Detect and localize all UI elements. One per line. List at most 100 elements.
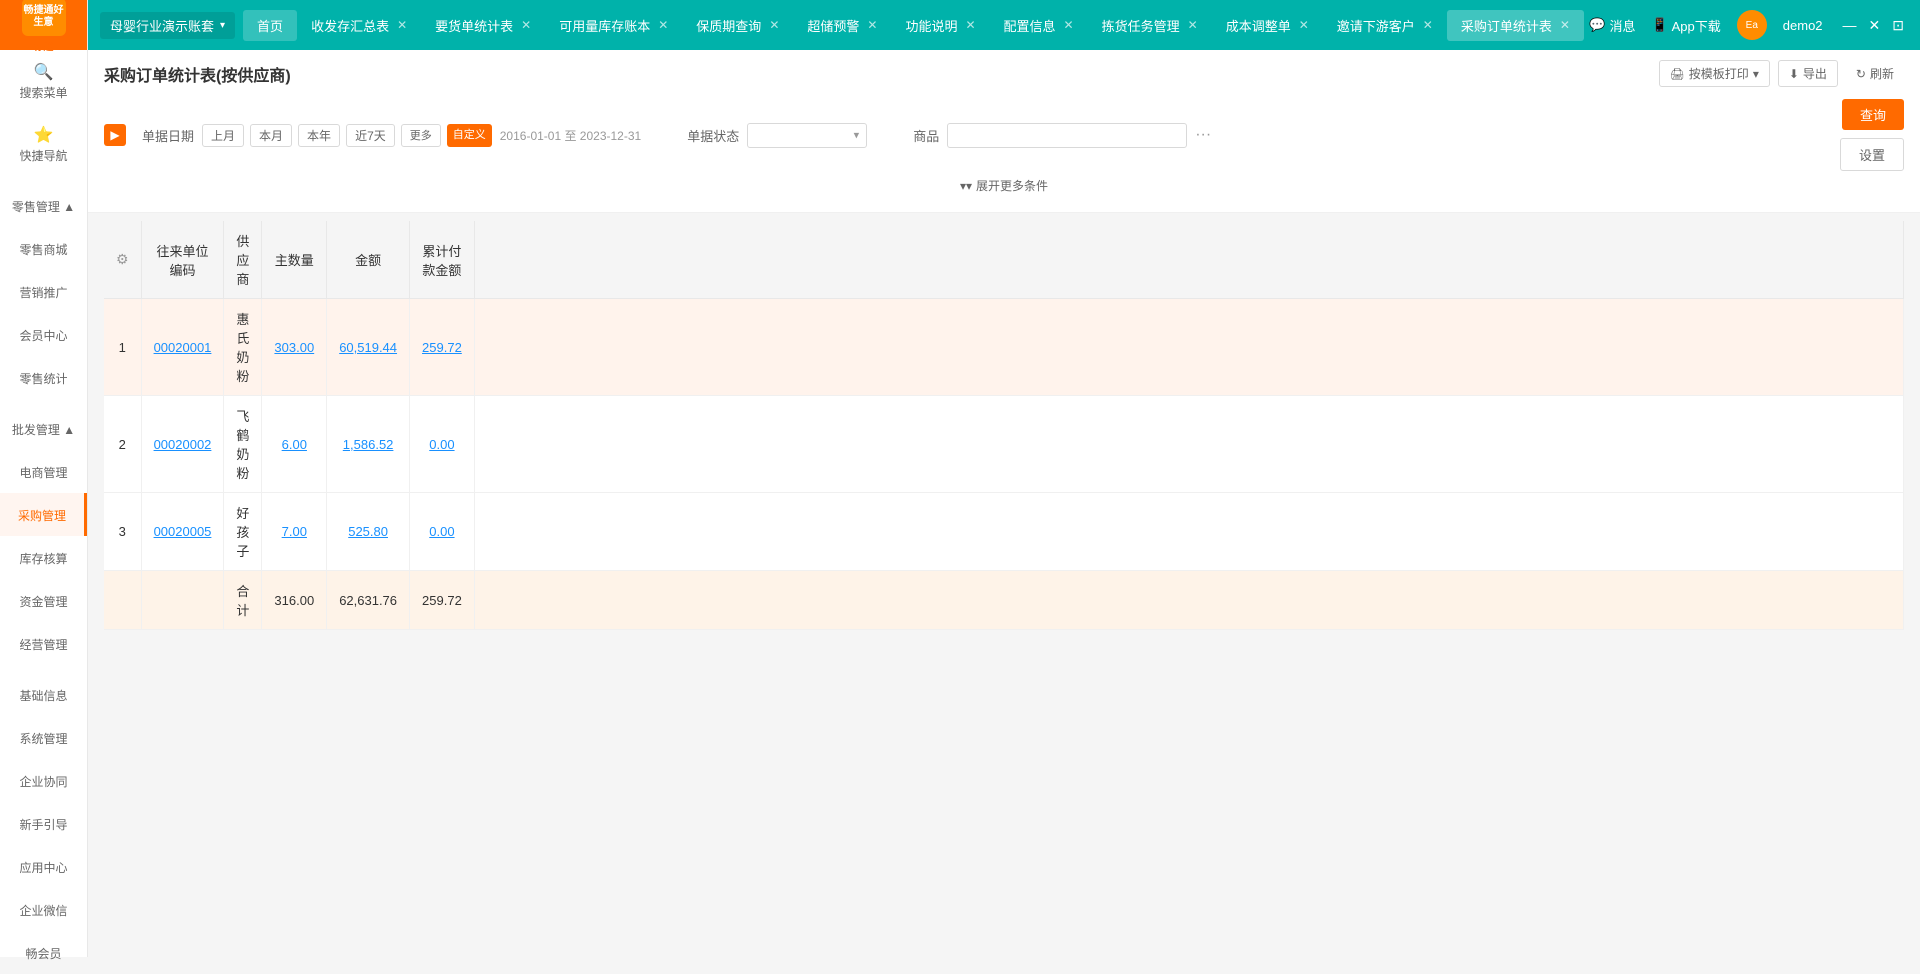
col-header-settings: ⚙	[104, 221, 141, 299]
cell-unit-code-3[interactable]: 00020005	[141, 493, 224, 571]
sidebar-item-wholesale[interactable]: 批发管理 ▲	[0, 407, 87, 450]
sidebar-search[interactable]: 🔍 搜索菜单	[0, 50, 87, 113]
sidebar-item-newbie[interactable]: 新手引导	[0, 802, 87, 845]
tab-purchase-stat[interactable]: 采购订单统计表 ✕	[1447, 10, 1584, 41]
date-btn-this-month[interactable]: 本月	[250, 124, 292, 147]
status-select[interactable]	[747, 123, 867, 148]
cell-amount-3[interactable]: 525.80	[327, 493, 410, 571]
date-btn-last-month[interactable]: 上月	[202, 124, 244, 147]
sidebar-item-wechat[interactable]: 企业微信	[0, 888, 87, 931]
sidebar-item-marketing[interactable]: 营销推广	[0, 270, 87, 313]
close-tab-overstock[interactable]: ✕	[867, 18, 877, 32]
cell-amount-1[interactable]: 60,519.44	[327, 299, 410, 396]
close-tab-goods-stat[interactable]: ✕	[521, 18, 531, 32]
cell-paid-3[interactable]: 0.00	[410, 493, 475, 571]
page-title: 采购订单统计表(按供应商)	[104, 62, 291, 86]
sidebar-item-ecommerce[interactable]: 电商管理	[0, 450, 87, 493]
sidebar-item-vip[interactable]: 畅会员	[0, 931, 87, 974]
table-row: 1 00020001 惠氏奶粉 303.00 60,519.44 259.72	[104, 299, 1904, 396]
window-close-btn[interactable]: ✕	[1865, 13, 1885, 38]
goods-more-btn[interactable]: ···	[1195, 126, 1211, 144]
tab-home[interactable]: 首页	[243, 10, 297, 41]
sidebar-item-operation[interactable]: 经营管理	[0, 622, 87, 665]
main-area: 母婴行业演示账套 ▾ 首页 收发存汇总表 ✕ 要货单统计表 ✕ 可用量库存账本 …	[88, 0, 1920, 957]
table-area: ⚙ 往来单位编码 供应商 主数量	[88, 213, 1920, 630]
col-header-unit-code: 往来单位编码	[141, 221, 224, 299]
cell-extra-1	[474, 299, 1903, 396]
cell-idx-2: 2	[104, 396, 141, 493]
cell-idx-3: 3	[104, 493, 141, 571]
goods-input[interactable]	[947, 123, 1187, 148]
window-minimize-btn[interactable]: —	[1839, 13, 1861, 37]
sidebar-item-retail-stat[interactable]: 零售统计	[0, 356, 87, 399]
query-btn[interactable]: 查询	[1842, 99, 1904, 130]
column-settings-icon[interactable]: ⚙	[116, 251, 129, 267]
sidebar-item-app-center[interactable]: 应用中心	[0, 845, 87, 888]
data-table: ⚙ 往来单位编码 供应商 主数量	[104, 221, 1904, 630]
refresh-btn[interactable]: ↻ 刷新	[1846, 60, 1904, 87]
user-avatar[interactable]: Ea	[1737, 10, 1767, 40]
message-icon: 💬	[1589, 17, 1605, 33]
cell-unit-code-1[interactable]: 00020001	[141, 299, 224, 396]
sidebar-item-basic[interactable]: 基础信息	[0, 673, 87, 716]
sidebar-item-retail[interactable]: 零售管理 ▲	[0, 184, 87, 227]
sidebar-item-inventory[interactable]: 库存核算	[0, 536, 87, 579]
close-tab-cost-adjust[interactable]: ✕	[1299, 18, 1309, 32]
user-avatar-text: Ea	[1746, 20, 1758, 31]
tab-overstock[interactable]: 超储预警 ✕	[793, 10, 891, 41]
cell-qty-1[interactable]: 303.00	[262, 299, 327, 396]
sidebar-item-enterprise[interactable]: 企业协同	[0, 759, 87, 802]
cell-qty-2[interactable]: 6.00	[262, 396, 327, 493]
sidebar-item-purchase[interactable]: 采购管理	[0, 493, 87, 536]
sidebar-item-retail-shop[interactable]: 零售商城	[0, 227, 87, 270]
date-btn-more[interactable]: 更多	[401, 124, 441, 147]
col-header-qty: 主数量	[262, 221, 327, 299]
template-print-btn[interactable]: 🖨 按模板打印 ▾	[1659, 60, 1770, 87]
tab-config[interactable]: 配置信息 ✕	[990, 10, 1088, 41]
tab-collect-pay[interactable]: 收发存汇总表 ✕	[297, 10, 421, 41]
tab-inventory-book[interactable]: 可用量库存账本 ✕	[545, 10, 682, 41]
query-actions: 查询 设置	[1840, 99, 1904, 171]
cell-supplier-3: 好孩子	[224, 493, 262, 571]
tab-func-desc[interactable]: 功能说明 ✕	[891, 10, 989, 41]
tab-goods-stat[interactable]: 要货单统计表 ✕	[421, 10, 545, 41]
cell-qty-3[interactable]: 7.00	[262, 493, 327, 571]
close-tab-purchase-stat[interactable]: ✕	[1560, 18, 1570, 32]
filter-area: ▶ 单据日期 上月 本月 本年 近7天 更多 自定义 2016-01-01 至 …	[88, 87, 1920, 213]
logo-text: 畅捷通好生意	[22, 5, 66, 29]
sidebar-quick-nav[interactable]: ⭐ 快捷导航	[0, 113, 87, 176]
footer-empty-1	[104, 571, 141, 630]
cell-paid-1[interactable]: 259.72	[410, 299, 475, 396]
close-tab-invite-downstream[interactable]: ✕	[1423, 18, 1433, 32]
date-custom-tag[interactable]: 自定义	[447, 124, 492, 147]
sidebar: 畅捷通好生意 标题 🔍 搜索菜单 ⭐ 快捷导航 零售管理 ▲ 零售商城 营销推广…	[0, 0, 88, 957]
close-tab-pick-task[interactable]: ✕	[1188, 18, 1198, 32]
date-btn-this-year[interactable]: 本年	[298, 124, 340, 147]
cell-amount-2[interactable]: 1,586.52	[327, 396, 410, 493]
window-expand-btn[interactable]: ⊡	[1888, 13, 1908, 38]
tab-invite-downstream[interactable]: 邀请下游客户 ✕	[1323, 10, 1447, 41]
sidebar-item-member[interactable]: 会员中心	[0, 313, 87, 356]
expand-btn[interactable]: ▾▾ 展开更多条件	[960, 177, 1048, 194]
status-select-wrapper	[747, 123, 867, 148]
setting-btn[interactable]: 设置	[1840, 138, 1904, 171]
close-tab-inventory-book[interactable]: ✕	[658, 18, 668, 32]
filter-toggle-btn[interactable]: ▶	[104, 124, 126, 146]
sidebar-item-system[interactable]: 系统管理	[0, 716, 87, 759]
sidebar-item-finance[interactable]: 资金管理	[0, 579, 87, 622]
messages-btn[interactable]: 💬 消息	[1589, 16, 1635, 35]
tab-cost-adjust[interactable]: 成本调整单 ✕	[1212, 10, 1323, 41]
app-download-btn[interactable]: 📱 App下载	[1651, 16, 1720, 35]
close-tab-expiry[interactable]: ✕	[769, 18, 779, 32]
cell-unit-code-2[interactable]: 00020002	[141, 396, 224, 493]
tab-pick-task[interactable]: 拣货任务管理 ✕	[1088, 10, 1212, 41]
export-btn[interactable]: ⬇ 导出	[1778, 60, 1838, 87]
close-tab-func-desc[interactable]: ✕	[965, 18, 975, 32]
cell-extra-2	[474, 396, 1903, 493]
close-tab-collect-pay[interactable]: ✕	[397, 18, 407, 32]
tab-expiry[interactable]: 保质期查询 ✕	[682, 10, 793, 41]
close-tab-config[interactable]: ✕	[1064, 18, 1074, 32]
account-dropdown[interactable]: 母婴行业演示账套 ▾	[100, 12, 235, 39]
cell-paid-2[interactable]: 0.00	[410, 396, 475, 493]
date-btn-7days[interactable]: 近7天	[346, 124, 395, 147]
